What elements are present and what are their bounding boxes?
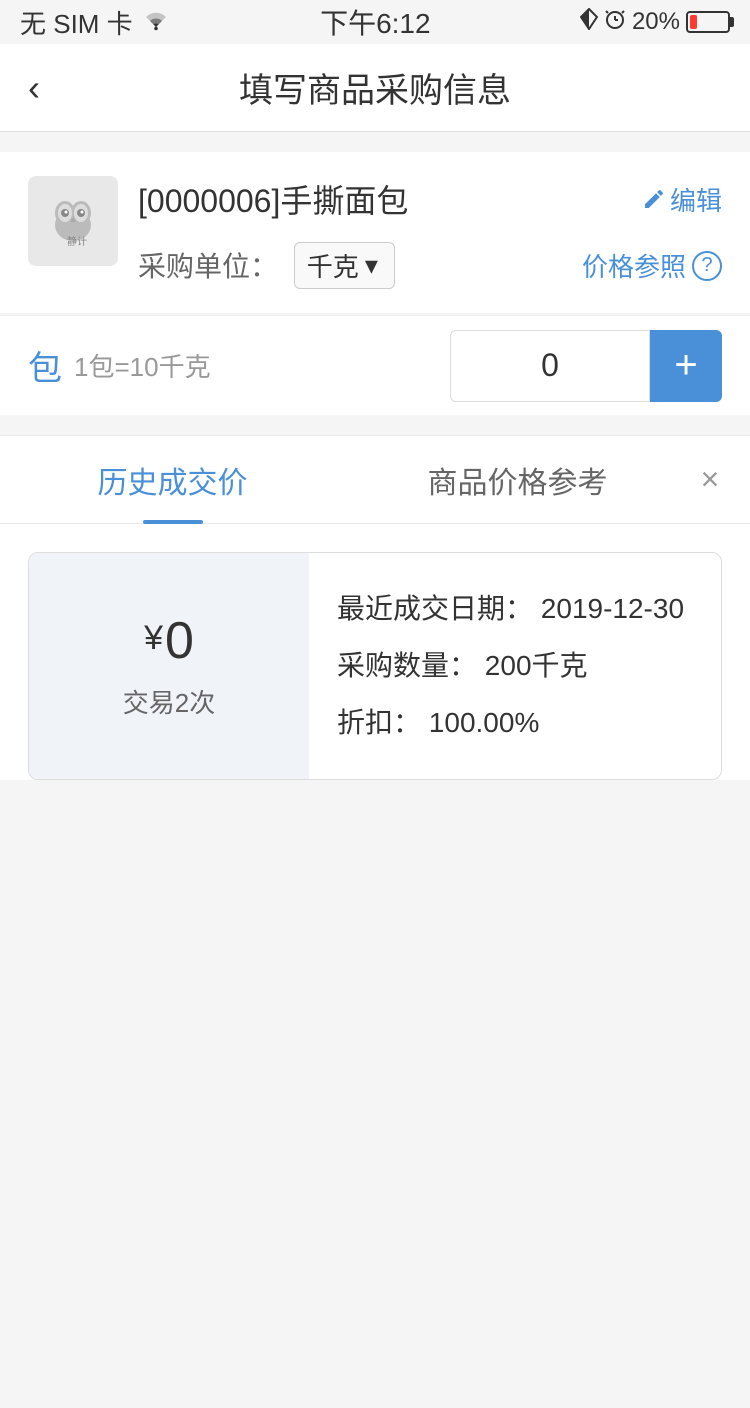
quantity-label-block: 包 1包=10千克 [28,341,211,390]
battery-percent: 20% [632,8,680,36]
unit-label: 采购单位： [138,251,278,282]
product-image: 静计 [43,187,103,256]
product-unit-row: 采购单位： 千克 ▾ 价格参照 ? [138,242,722,289]
alarm-icon [604,8,626,37]
no-sim-text: 无 SIM 卡 [20,4,133,41]
tab-history-label: 历史成交价 [98,458,248,502]
unit-value: 千克 [307,247,359,284]
battery-icon [686,11,730,33]
edit-button[interactable]: 编辑 [642,181,722,218]
qty-conversion-note: 1包=10千克 [74,347,211,384]
status-left: 无 SIM 卡 [20,4,171,41]
recent-date-row: 最近成交日期： 2019-12-30 [337,589,693,628]
tab-active-indicator [143,520,203,524]
quantity-input-area: + [450,330,722,402]
recent-date-value: 2019-12-30 [541,593,684,624]
discount-value: 100.00% [429,707,540,738]
tab-product-label: 商品价格参考 [428,458,608,502]
status-time: 下午6:12 [320,2,431,42]
help-icon: ? [692,251,722,281]
page-title: 填写商品采购信息 [239,63,511,112]
unit-section: 采购单位： 千克 ▾ [138,242,395,289]
purchase-qty-value: 200千克 [485,650,588,681]
trade-count: 交易2次 [123,683,215,720]
price-ref-label: 价格参照 [582,247,686,284]
wifi-icon [141,7,171,38]
product-name: [0000006]手撕面包 [138,176,408,222]
purchase-qty-label: 采购数量： [337,650,477,681]
purchase-qty-row: 采购数量： 200千克 [337,646,693,685]
price-number: 0 [165,611,194,671]
dropdown-arrow-icon: ▾ [365,250,378,281]
qty-unit-label: 包 [28,341,62,390]
edit-label: 编辑 [670,181,722,218]
product-thumbnail: 静计 [28,176,118,266]
price-amount: ¥ 0 [144,611,194,671]
price-right-section: 最近成交日期： 2019-12-30 采购数量： 200千克 折扣： 100.0… [309,553,721,779]
svg-text:静计: 静计 [67,235,87,247]
product-card: 静计 [0000006]手撕面包 编辑 采购单位： 千克 ▾ 价格参照 [0,152,750,313]
tab-product-price[interactable]: 商品价格参考 [345,436,690,524]
bottom-panel: 历史成交价 商品价格参考 × ¥ 0 交易2次 最近成交日期： 2019-12-… [0,435,750,780]
back-button[interactable]: ‹ [28,67,40,109]
location-icon [580,8,598,37]
product-header: [0000006]手撕面包 编辑 [138,176,722,222]
content-body [0,808,750,1408]
tab-close-button[interactable]: × [690,436,750,524]
unit-select[interactable]: 千克 ▾ [294,242,395,289]
discount-row: 折扣： 100.00% [337,703,693,742]
nav-bar: ‹ 填写商品采购信息 [0,44,750,132]
price-ref-button[interactable]: 价格参照 ? [582,247,722,284]
recent-date-label: 最近成交日期： [337,593,533,624]
price-currency-symbol: ¥ [144,619,163,658]
status-bar: 无 SIM 卡 下午6:12 20% [0,0,750,44]
price-card: ¥ 0 交易2次 最近成交日期： 2019-12-30 采购数量： 200千克 … [28,552,722,780]
tab-history-price[interactable]: 历史成交价 [0,436,345,524]
discount-label: 折扣： [337,707,421,738]
quantity-plus-button[interactable]: + [650,330,722,402]
tabs-row: 历史成交价 商品价格参考 × [0,436,750,524]
status-right: 20% [580,8,730,37]
price-left-section: ¥ 0 交易2次 [29,553,309,779]
product-info: [0000006]手撕面包 编辑 采购单位： 千克 ▾ 价格参照 ? [138,176,722,289]
quantity-section: 包 1包=10千克 + [0,315,750,415]
quantity-input[interactable] [450,330,650,402]
